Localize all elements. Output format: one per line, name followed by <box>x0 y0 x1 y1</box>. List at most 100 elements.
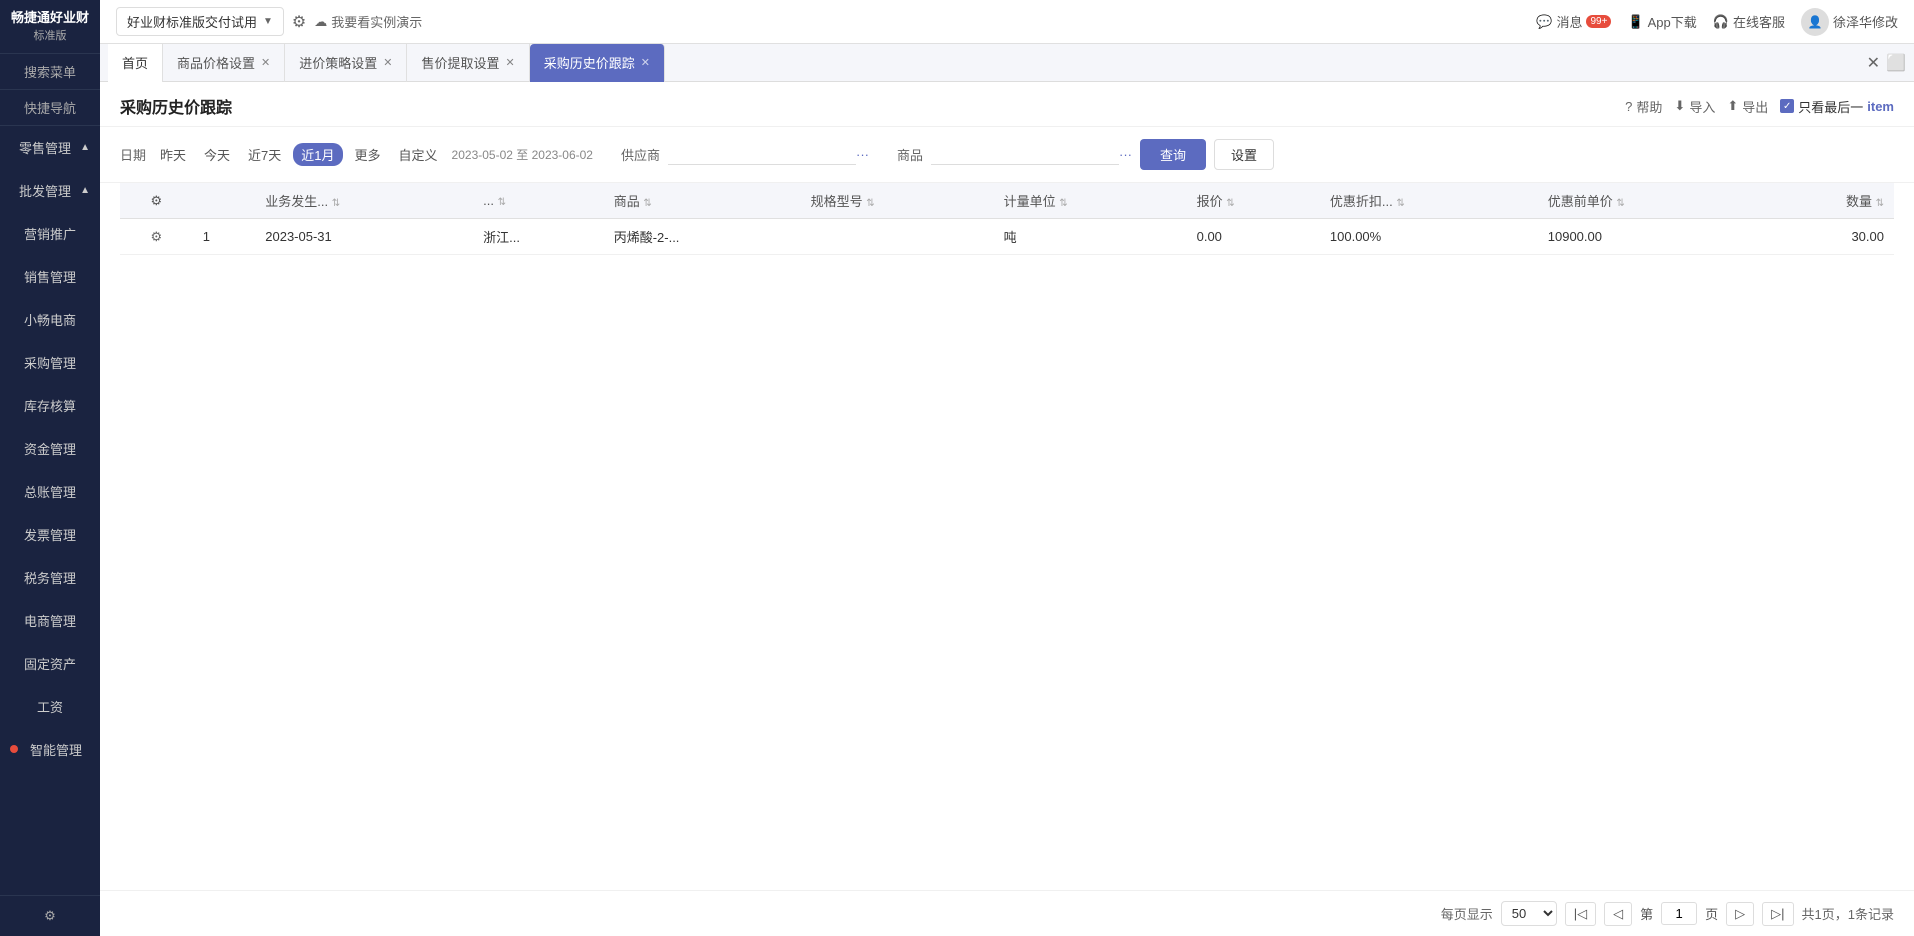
row-unit: 吨 <box>994 219 1187 255</box>
sort-discount-icon: ⇅ <box>1396 198 1404 209</box>
export-button[interactable]: ⬆ 导出 <box>1727 97 1768 116</box>
page-prev-button[interactable]: ◁ <box>1604 902 1632 926</box>
col-quantity[interactable]: 数量 ⇅ <box>1761 183 1894 219</box>
main-area: 好业财标准版交付试用 ▼ ⚙ ☁ 我要看实例演示 💬 消息 99+ 📱 App下… <box>100 0 1914 936</box>
import-button[interactable]: ⬇ 导入 <box>1674 97 1715 116</box>
sidebar-item-ecommerce-small[interactable]: 小畅电商 <box>0 298 100 341</box>
last-only-checkbox-label[interactable]: ✓ 只看最后一 item <box>1780 97 1894 116</box>
row-index: 1 <box>193 219 256 255</box>
per-page-label: 每页显示 <box>1441 904 1493 923</box>
tab-price-close[interactable]: ✕ <box>261 56 270 69</box>
page-next-button[interactable]: ▷ <box>1726 902 1754 926</box>
filter-area: 日期 昨天 今天 近7天 近1月 更多 自定义 2023-05-02 至 202… <box>100 127 1914 183</box>
sidebar-item-inventory[interactable]: 库存核算 <box>0 384 100 427</box>
tab-purchase-history[interactable]: 采购历史价跟踪 ✕ <box>530 44 665 82</box>
sidebar-item-payroll[interactable]: 工资 <box>0 685 100 728</box>
help-label: 帮助 <box>1636 97 1662 116</box>
col-extra[interactable]: ... ⇅ <box>473 183 604 219</box>
page-label: 第 <box>1640 904 1653 923</box>
user-menu[interactable]: 👤 徐泽华修改 <box>1801 8 1898 36</box>
sidebar-item-finance[interactable]: 资金管理 <box>0 427 100 470</box>
col-product[interactable]: 商品 ⇅ <box>604 183 801 219</box>
col-spec[interactable]: 规格型号 ⇅ <box>801 183 994 219</box>
supplier-more-button[interactable]: ··· <box>856 147 869 162</box>
sidebar-item-tax[interactable]: 税务管理 <box>0 556 100 599</box>
version-label: 好业财标准版交付试用 <box>127 12 257 31</box>
date-opt-7days[interactable]: 近7天 <box>242 143 287 166</box>
per-page-select[interactable]: 50 20 100 200 <box>1501 901 1557 926</box>
row-spec <box>801 219 994 255</box>
tab-price[interactable]: 商品价格设置 ✕ <box>163 44 285 82</box>
demo-icon: ☁ <box>314 14 327 30</box>
tab-import-close[interactable]: ✕ <box>383 56 392 69</box>
sidebar-item-accounting[interactable]: 总账管理 <box>0 470 100 513</box>
product-filter: ··· <box>931 145 1132 165</box>
query-button[interactable]: 查询 <box>1140 139 1206 170</box>
logo-sub: 标准版 <box>8 27 92 43</box>
tab-purchase-label: 采购历史价跟踪 <box>544 53 635 72</box>
sidebar-item-retail[interactable]: 零售管理 ▲ <box>0 126 100 169</box>
sidebar-logo: 畅捷通好业财 标准版 <box>0 0 100 54</box>
import-label: 导入 <box>1689 97 1715 116</box>
sidebar-item-invoice[interactable]: 发票管理 <box>0 513 100 556</box>
product-more-button[interactable]: ··· <box>1119 147 1132 162</box>
col-unit[interactable]: 计量单位 ⇅ <box>994 183 1187 219</box>
demo-link[interactable]: ☁ 我要看实例演示 <box>314 12 422 31</box>
sidebar-item-wholesale[interactable]: 批发管理 ▲ <box>0 169 100 212</box>
tab-sale-close[interactable]: ✕ <box>506 56 515 69</box>
supplier-filter: ··· <box>668 145 869 165</box>
sidebar-item-sales[interactable]: 销售管理 <box>0 255 100 298</box>
page-last-button[interactable]: ▷| <box>1762 902 1793 926</box>
version-selector[interactable]: 好业财标准版交付试用 ▼ <box>116 7 284 36</box>
col-date[interactable]: 业务发生... ⇅ <box>255 183 473 219</box>
online-service-button[interactable]: 🎧 在线客服 <box>1713 12 1785 31</box>
page-first-button[interactable]: |◁ <box>1565 902 1596 926</box>
supplier-input[interactable] <box>668 145 856 165</box>
sidebar-item-purchase[interactable]: 采购管理 <box>0 341 100 384</box>
smart-dot <box>10 745 18 753</box>
sidebar-settings-button[interactable]: ⚙ <box>0 895 100 936</box>
notifications-button[interactable]: 💬 消息 99+ <box>1536 12 1611 31</box>
tab-sale-strategy[interactable]: 售价提取设置 ✕ <box>407 44 529 82</box>
tab-price-label: 商品价格设置 <box>177 53 255 72</box>
sidebar-item-marketing[interactable]: 营销推广 <box>0 212 100 255</box>
date-opt-more[interactable]: 更多 <box>349 143 387 166</box>
chevron-down-icon: ▼ <box>263 16 273 27</box>
sort-price-icon: ⇅ <box>1226 198 1234 209</box>
last-only-checkbox[interactable]: ✓ <box>1780 99 1794 113</box>
pagination: 每页显示 50 20 100 200 |◁ ◁ 第 页 ▷ ▷| 共1页，1条记… <box>100 890 1914 936</box>
last-only-label: 只看最后一 <box>1798 97 1863 116</box>
row-extra: 浙江... <box>473 219 604 255</box>
tab-expand-icon[interactable]: ⬜ <box>1886 53 1906 73</box>
filter-row: 日期 昨天 今天 近7天 近1月 更多 自定义 2023-05-02 至 202… <box>120 139 1894 170</box>
tab-purchase-close[interactable]: ✕ <box>641 56 650 69</box>
page-unit: 页 <box>1705 904 1718 923</box>
sidebar-item-assets[interactable]: 固定资产 <box>0 642 100 685</box>
date-opt-yesterday[interactable]: 昨天 <box>154 143 192 166</box>
header-settings-icon[interactable]: ⚙ <box>292 12 306 32</box>
col-price[interactable]: 报价 ⇅ <box>1187 183 1320 219</box>
col-gear: ⚙ <box>120 183 193 219</box>
sort-quantity-icon: ⇅ <box>1876 198 1884 209</box>
date-opt-1month[interactable]: 近1月 <box>293 143 342 166</box>
tab-import-strategy[interactable]: 进价策略设置 ✕ <box>285 44 407 82</box>
sidebar-search[interactable]: 搜索菜单 <box>0 54 100 90</box>
date-opt-today[interactable]: 今天 <box>198 143 236 166</box>
tab-import-label: 进价策略设置 <box>299 53 377 72</box>
filter-settings-button[interactable]: 设置 <box>1214 139 1274 170</box>
date-opt-custom[interactable]: 自定义 <box>393 143 444 166</box>
col-unit-price[interactable]: 优惠前单价 ⇅ <box>1538 183 1761 219</box>
tab-close-icon[interactable]: ✕ <box>1867 53 1880 73</box>
page-number-input[interactable] <box>1661 902 1697 925</box>
col-discount[interactable]: 优惠折扣... ⇅ <box>1320 183 1538 219</box>
sidebar-quicknav[interactable]: 快捷导航 <box>0 90 100 126</box>
app-download-button[interactable]: 📱 App下载 <box>1627 12 1696 31</box>
tab-home[interactable]: 首页 <box>108 44 163 82</box>
help-button[interactable]: ? 帮助 <box>1625 97 1662 116</box>
sidebar-item-ecommerce[interactable]: 电商管理 <box>0 599 100 642</box>
logo-title: 畅捷通好业财 <box>8 10 92 27</box>
sidebar-item-smart[interactable]: 智能管理 <box>0 728 100 771</box>
product-input[interactable] <box>931 145 1119 165</box>
tab-end-controls: ✕ ⬜ <box>1867 53 1906 73</box>
row-gear-icon[interactable]: ⚙ <box>151 229 163 244</box>
